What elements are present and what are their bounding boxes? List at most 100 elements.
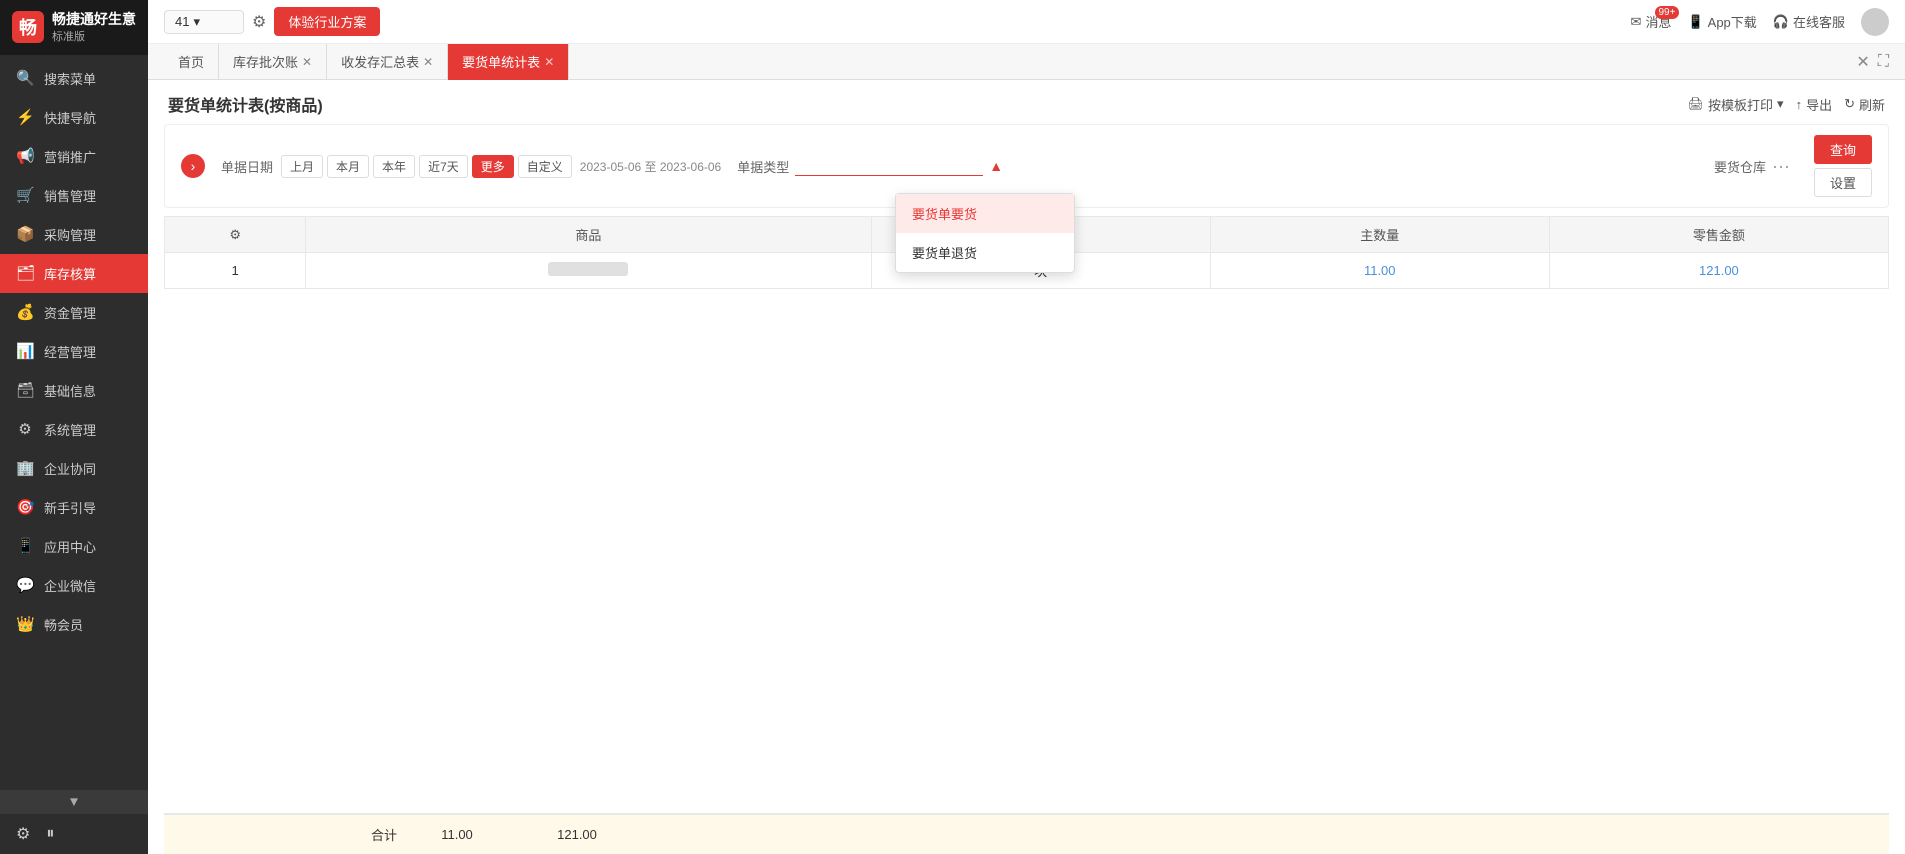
sidebar-item-system[interactable]: ⚙ 系统管理 xyxy=(0,410,148,449)
tab-label: 库存批次账 xyxy=(233,52,298,71)
sidebar-item-marketing[interactable]: 📢 营销推广 xyxy=(0,137,148,176)
dropdown-item-order-return[interactable]: 要货单退货 xyxy=(896,233,1074,272)
topbar: 41 ▾ ⚙ 体验行业方案 ✉ 消息 99+ 📱 App下载 🎧 在线客服 xyxy=(148,0,1905,44)
sidebar-item-apps[interactable]: 📱 应用中心 xyxy=(0,527,148,566)
date-filter-section: 单据日期 上月 本月 本年 近7天 更多 自定义 2023-05-06 至 20… xyxy=(221,155,721,178)
inventory-icon: 🗂 xyxy=(16,264,34,282)
sidebar-item-base[interactable]: 🗃 基础信息 xyxy=(0,371,148,410)
print-button[interactable]: 🖨 按模板打印 ▾ xyxy=(1688,95,1784,114)
operation-icon: 📊 xyxy=(16,342,34,360)
tab-label: 首页 xyxy=(178,52,204,71)
tab-close-icon[interactable]: ✕ xyxy=(544,55,554,69)
wechat-icon: 💬 xyxy=(16,576,34,594)
export-icon: ↑ xyxy=(1796,97,1803,112)
expand-tabs-icon[interactable]: ⛶ xyxy=(1878,53,1889,71)
sidebar-item-label: 资金管理 xyxy=(44,303,96,322)
finance-icon: 💰 xyxy=(16,303,34,321)
cell-num: 1 xyxy=(165,253,306,289)
this-year-btn[interactable]: 本年 xyxy=(373,155,415,178)
close-all-tabs-icon[interactable]: ✕ xyxy=(1856,52,1869,72)
refresh-icon: ↻ xyxy=(1844,96,1855,112)
sidebar-item-enterprise[interactable]: 🏢 企业协同 xyxy=(0,449,148,488)
sidebar-scroll-down[interactable]: ▼ xyxy=(0,790,148,813)
sidebar-item-member[interactable]: 👑 畅会员 xyxy=(0,605,148,644)
collapse-icon[interactable]: ⏸ xyxy=(46,825,54,843)
app-subtitle: 标准版 xyxy=(52,30,136,45)
promo-button[interactable]: 体验行业方案 xyxy=(274,7,380,36)
system-icon: ⚙ xyxy=(16,420,34,438)
sidebar-item-wechat[interactable]: 💬 企业微信 xyxy=(0,566,148,605)
type-filter-input[interactable] xyxy=(795,156,983,176)
settings-gear-icon[interactable]: ⚙ xyxy=(252,12,266,32)
sidebar-item-shortcut[interactable]: ⚡ 快捷导航 xyxy=(0,98,148,137)
custom-date-btn[interactable]: 自定义 xyxy=(518,155,572,178)
page-actions: 🖨 按模板打印 ▾ ↑ 导出 ↻ 刷新 xyxy=(1688,95,1886,114)
type-filter-section: 单据类型 ▲ xyxy=(737,156,1698,176)
table-footer: 合计 11.00 121.00 xyxy=(164,813,1889,854)
sidebar-item-inventory[interactable]: 🗂 库存核算 xyxy=(0,254,148,293)
sidebar-item-label: 基础信息 xyxy=(44,381,96,400)
type-filter-label: 单据类型 xyxy=(737,157,789,176)
warehouse-filter-section: 要货仓库 ··· xyxy=(1714,156,1790,177)
messages-button[interactable]: ✉ 消息 99+ xyxy=(1631,12,1672,31)
tab-home[interactable]: 首页 xyxy=(164,44,219,80)
sidebar-item-guide[interactable]: 🎯 新手引导 xyxy=(0,488,148,527)
avatar[interactable] xyxy=(1861,8,1889,36)
tab-batch[interactable]: 库存批次账 ✕ xyxy=(219,44,327,80)
query-button[interactable]: 查询 xyxy=(1814,135,1872,164)
type-filter-arrow-icon[interactable]: ▲ xyxy=(989,158,1003,174)
last-7days-btn[interactable]: 近7天 xyxy=(419,155,468,178)
topbar-left: 41 ▾ ⚙ 体验行业方案 xyxy=(164,7,1619,36)
date-buttons: 上月 本月 本年 近7天 更多 自定义 xyxy=(281,155,572,178)
this-month-btn[interactable]: 本月 xyxy=(327,155,369,178)
enterprise-icon: 🏢 xyxy=(16,459,34,477)
sidebar-footer: ⚙ ⏸ xyxy=(0,813,148,854)
sidebar-item-label: 采购管理 xyxy=(44,225,96,244)
sidebar-item-operation[interactable]: 📊 经营管理 xyxy=(0,332,148,371)
col-header-qty: 主数量 xyxy=(1210,217,1549,253)
col-header-amount: 零售金额 xyxy=(1549,217,1888,253)
sidebar-item-search[interactable]: 🔍 搜索菜单 xyxy=(0,59,148,98)
tab-close-icon[interactable]: ✕ xyxy=(423,55,433,69)
dropdown-item-order-goods[interactable]: 要货单要货 xyxy=(896,194,1074,233)
sales-icon: 🛒 xyxy=(16,186,34,204)
col-header-product: 商品 xyxy=(306,217,871,253)
tab-label: 收发存汇总表 xyxy=(341,52,419,71)
tab-receipt[interactable]: 收发存汇总表 ✕ xyxy=(327,44,448,80)
branch-dropdown[interactable]: 41 ▾ xyxy=(164,10,244,34)
sidebar-item-finance[interactable]: 💰 资金管理 xyxy=(0,293,148,332)
app-download-button[interactable]: 📱 App下载 xyxy=(1687,12,1756,31)
online-service-button[interactable]: 🎧 在线客服 xyxy=(1773,12,1845,31)
filter-expand-button[interactable]: › xyxy=(181,154,205,178)
settings-icon[interactable]: ⚙ xyxy=(16,824,30,844)
filter-action-buttons: 查询 设置 xyxy=(1814,135,1872,197)
message-icon: ✉ xyxy=(1631,14,1642,30)
col-settings-icon[interactable]: ⚙ xyxy=(229,227,241,242)
sidebar-item-label: 库存核算 xyxy=(44,264,96,283)
footer-amount: 121.00 xyxy=(517,827,637,842)
footer-qty: 11.00 xyxy=(397,827,517,842)
date-range-display: 2023-05-06 至 2023-06-06 xyxy=(580,158,721,175)
sidebar-item-label: 经营管理 xyxy=(44,342,96,361)
tab-close-icon[interactable]: ✕ xyxy=(302,55,312,69)
warehouse-more-icon[interactable]: ··· xyxy=(1772,156,1790,177)
last-month-btn[interactable]: 上月 xyxy=(281,155,323,178)
more-dates-btn[interactable]: 更多 xyxy=(472,155,514,178)
setting-button[interactable]: 设置 xyxy=(1814,168,1872,197)
shortcut-icon: ⚡ xyxy=(16,108,34,126)
export-button[interactable]: ↑ 导出 xyxy=(1796,95,1833,114)
footer-label: 合计 xyxy=(176,825,397,844)
sidebar-item-sales[interactable]: 🛒 销售管理 xyxy=(0,176,148,215)
headset-icon: 🎧 xyxy=(1773,14,1789,30)
base-icon: 🗃 xyxy=(16,381,34,399)
refresh-button[interactable]: ↻ 刷新 xyxy=(1844,95,1885,114)
sidebar-item-purchase[interactable]: 📦 采购管理 xyxy=(0,215,148,254)
sidebar-nav: 🔍 搜索菜单 ⚡ 快捷导航 📢 营销推广 🛒 销售管理 📦 采购管理 🗂 库存核… xyxy=(0,55,148,790)
print-arrow-icon: ▾ xyxy=(1777,96,1784,112)
cell-product xyxy=(306,253,871,289)
tab-bar: 首页 库存批次账 ✕ 收发存汇总表 ✕ 要货单统计表 ✕ ✕ ⛶ xyxy=(148,44,1905,80)
guide-icon: 🎯 xyxy=(16,498,34,516)
tab-order[interactable]: 要货单统计表 ✕ xyxy=(448,44,569,80)
message-badge: 99+ xyxy=(1655,6,1680,19)
topbar-right: ✉ 消息 99+ 📱 App下载 🎧 在线客服 xyxy=(1631,8,1889,36)
